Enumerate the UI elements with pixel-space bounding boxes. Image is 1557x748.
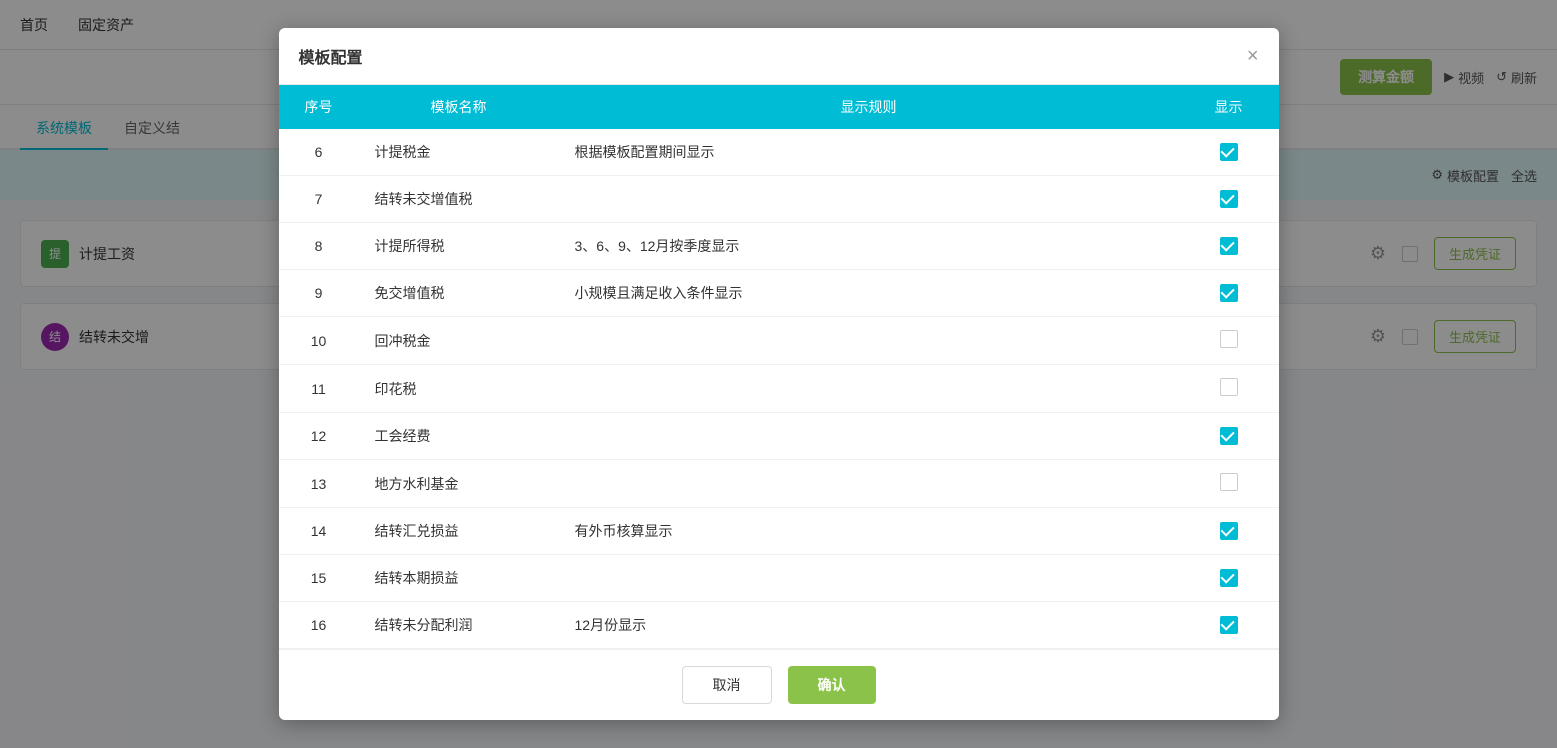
checkbox-row-3[interactable] xyxy=(1220,284,1238,302)
dialog: 模板配置 × 序号 模板名称 显示规则 显示 6计提税金根据模板配置期间显示7结… xyxy=(279,28,1279,720)
table-row: 8计提所得税3、6、9、12月按季度显示 xyxy=(279,223,1279,270)
cell-name: 结转未交增值税 xyxy=(359,176,559,223)
cell-name: 结转本期损益 xyxy=(359,555,559,602)
cell-seq: 10 xyxy=(279,317,359,365)
table-row: 6计提税金根据模板配置期间显示 xyxy=(279,129,1279,176)
table-body: 6计提税金根据模板配置期间显示7结转未交增值税8计提所得税3、6、9、12月按季… xyxy=(279,129,1279,649)
cell-checkbox[interactable] xyxy=(1179,602,1279,649)
checkbox-row-6[interactable] xyxy=(1220,427,1238,445)
table-header: 序号 模板名称 显示规则 显示 xyxy=(279,85,1279,129)
checkbox-row-7[interactable] xyxy=(1220,473,1238,491)
table-row: 7结转未交增值税 xyxy=(279,176,1279,223)
cell-checkbox[interactable] xyxy=(1179,317,1279,365)
col-name: 模板名称 xyxy=(359,85,559,129)
col-seq: 序号 xyxy=(279,85,359,129)
checkbox-row-4[interactable] xyxy=(1220,330,1238,348)
cell-checkbox[interactable] xyxy=(1179,413,1279,460)
cell-checkbox[interactable] xyxy=(1179,460,1279,508)
cell-seq: 8 xyxy=(279,223,359,270)
checkbox-row-8[interactable] xyxy=(1220,522,1238,540)
cell-name: 回冲税金 xyxy=(359,317,559,365)
dialog-title: 模板配置 xyxy=(299,44,363,68)
checkbox-row-0[interactable] xyxy=(1220,143,1238,161)
checkbox-row-2[interactable] xyxy=(1220,237,1238,255)
table-row: 10回冲税金 xyxy=(279,317,1279,365)
cell-name: 结转未分配利润 xyxy=(359,602,559,649)
col-rule: 显示规则 xyxy=(559,85,1179,129)
cell-rule xyxy=(559,176,1179,223)
cell-name: 地方水利基金 xyxy=(359,460,559,508)
table-row: 13地方水利基金 xyxy=(279,460,1279,508)
cell-checkbox[interactable] xyxy=(1179,508,1279,555)
cancel-button[interactable]: 取消 xyxy=(682,666,772,704)
cell-checkbox[interactable] xyxy=(1179,176,1279,223)
cell-seq: 12 xyxy=(279,413,359,460)
cell-name: 印花税 xyxy=(359,365,559,413)
cell-seq: 9 xyxy=(279,270,359,317)
cell-name: 计提税金 xyxy=(359,129,559,176)
table-row: 12工会经费 xyxy=(279,413,1279,460)
cell-checkbox[interactable] xyxy=(1179,270,1279,317)
cell-seq: 13 xyxy=(279,460,359,508)
cell-name: 免交增值税 xyxy=(359,270,559,317)
cell-name: 计提所得税 xyxy=(359,223,559,270)
cell-seq: 15 xyxy=(279,555,359,602)
dialog-header: 模板配置 × xyxy=(279,28,1279,85)
confirm-button[interactable]: 确认 xyxy=(788,666,876,704)
cell-rule: 根据模板配置期间显示 xyxy=(559,129,1179,176)
cell-rule xyxy=(559,413,1179,460)
config-table: 序号 模板名称 显示规则 显示 6计提税金根据模板配置期间显示7结转未交增值税8… xyxy=(279,85,1279,649)
dialog-footer: 取消 确认 xyxy=(279,649,1279,720)
cell-seq: 11 xyxy=(279,365,359,413)
cell-checkbox[interactable] xyxy=(1179,223,1279,270)
col-display: 显示 xyxy=(1179,85,1279,129)
checkbox-row-9[interactable] xyxy=(1220,569,1238,587)
cell-checkbox[interactable] xyxy=(1179,555,1279,602)
cell-rule xyxy=(559,365,1179,413)
cell-rule: 12月份显示 xyxy=(559,602,1179,649)
table-row: 11印花税 xyxy=(279,365,1279,413)
dialog-body: 序号 模板名称 显示规则 显示 6计提税金根据模板配置期间显示7结转未交增值税8… xyxy=(279,85,1279,649)
cell-name: 工会经费 xyxy=(359,413,559,460)
cell-rule: 3、6、9、12月按季度显示 xyxy=(559,223,1179,270)
cell-seq: 16 xyxy=(279,602,359,649)
cell-checkbox[interactable] xyxy=(1179,129,1279,176)
close-button[interactable]: × xyxy=(1247,46,1259,66)
cell-rule: 有外币核算显示 xyxy=(559,508,1179,555)
checkbox-row-10[interactable] xyxy=(1220,616,1238,634)
cell-seq: 6 xyxy=(279,129,359,176)
table-row: 16结转未分配利润12月份显示 xyxy=(279,602,1279,649)
cell-rule xyxy=(559,460,1179,508)
table-row: 15结转本期损益 xyxy=(279,555,1279,602)
cell-name: 结转汇兑损益 xyxy=(359,508,559,555)
checkbox-row-5[interactable] xyxy=(1220,378,1238,396)
modal-overlay: 模板配置 × 序号 模板名称 显示规则 显示 6计提税金根据模板配置期间显示7结… xyxy=(0,0,1557,748)
cell-rule: 小规模且满足收入条件显示 xyxy=(559,270,1179,317)
cell-rule xyxy=(559,555,1179,602)
cell-checkbox[interactable] xyxy=(1179,365,1279,413)
cell-seq: 7 xyxy=(279,176,359,223)
cell-rule xyxy=(559,317,1179,365)
checkbox-row-1[interactable] xyxy=(1220,190,1238,208)
table-row: 9免交增值税小规模且满足收入条件显示 xyxy=(279,270,1279,317)
cell-seq: 14 xyxy=(279,508,359,555)
table-row: 14结转汇兑损益有外币核算显示 xyxy=(279,508,1279,555)
